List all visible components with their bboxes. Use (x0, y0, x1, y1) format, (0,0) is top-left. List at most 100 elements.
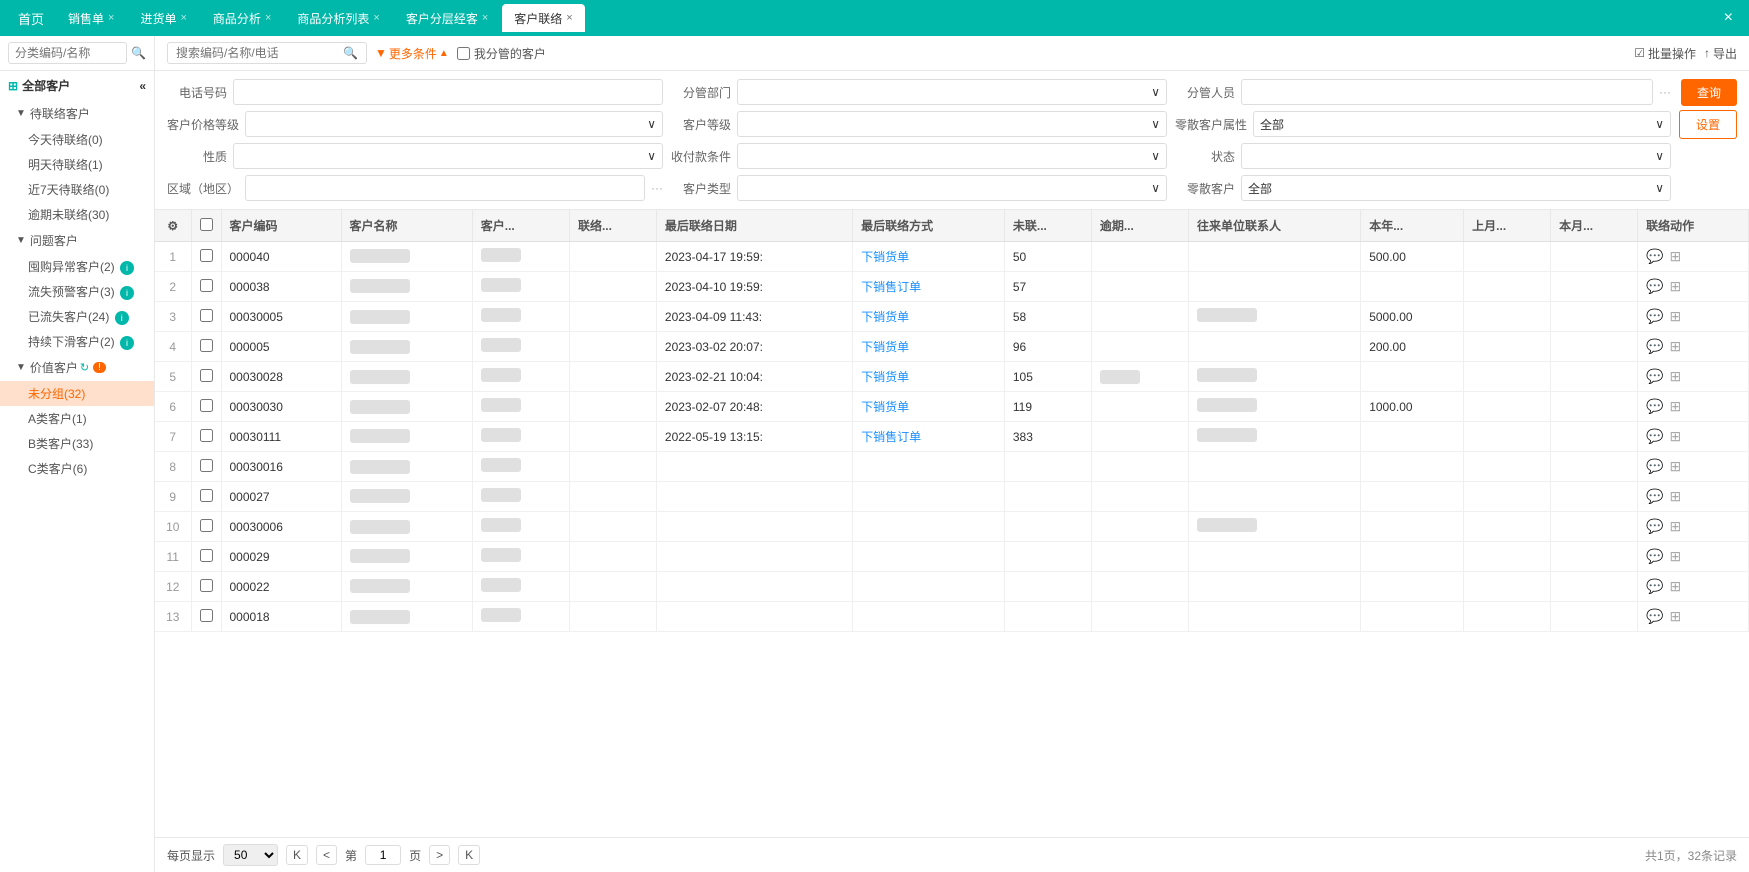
row-check[interactable] (191, 422, 221, 452)
row-checkbox[interactable] (200, 309, 213, 322)
payment-select[interactable]: ∨ (737, 143, 1167, 169)
grid-action-icon[interactable]: ⊞ (1670, 608, 1682, 625)
phone-input[interactable] (233, 79, 663, 105)
last-method-link[interactable]: 下销售订单 (861, 280, 921, 294)
page-input[interactable] (365, 845, 401, 865)
retail-attr-select[interactable]: 全部 ∨ (1253, 111, 1671, 137)
close-sales-tab[interactable]: × (108, 12, 114, 24)
sidebar-item-ungrouped[interactable]: 未分组(32) (0, 381, 154, 406)
sidebar-item-class-b[interactable]: B类客户(33) (0, 431, 154, 456)
row-check[interactable] (191, 332, 221, 362)
close-contact-tab[interactable]: × (566, 12, 572, 24)
sidebar-item-churn-warn[interactable]: 流失预警客户(3) i (0, 279, 154, 304)
close-purchase-tab[interactable]: × (180, 12, 186, 24)
row-checkbox[interactable] (200, 609, 213, 622)
cust-level-select[interactable]: ∨ (737, 111, 1167, 137)
sidebar-search-icon[interactable]: 🔍 (131, 46, 146, 60)
sidebar-item-churned[interactable]: 已流失客户(24) i (0, 304, 154, 329)
row-check[interactable] (191, 482, 221, 512)
close-analysis-list-tab[interactable]: × (373, 12, 379, 24)
export-btn[interactable]: ↑ 导出 (1704, 45, 1737, 62)
manager-dots[interactable]: ··· (1659, 85, 1671, 99)
message-icon[interactable]: 💬 (1646, 338, 1663, 355)
message-icon[interactable]: 💬 (1646, 308, 1663, 325)
grid-action-icon[interactable]: ⊞ (1670, 458, 1682, 475)
grid-action-icon[interactable]: ⊞ (1670, 518, 1682, 535)
grid-action-icon[interactable]: ⊞ (1670, 488, 1682, 505)
last-method-link[interactable]: 下销货单 (861, 400, 909, 414)
row-checkbox[interactable] (200, 429, 213, 442)
message-icon[interactable]: 💬 (1646, 548, 1663, 565)
next-page-btn[interactable]: > (429, 845, 450, 865)
my-customers-checkbox[interactable]: 我分管的客户 (457, 45, 546, 62)
row-check[interactable] (191, 272, 221, 302)
sidebar-item-declining[interactable]: 持续下滑客户(2) i (0, 329, 154, 354)
row-checkbox[interactable] (200, 399, 213, 412)
row-check[interactable] (191, 452, 221, 482)
query-button[interactable]: 查询 (1681, 79, 1737, 106)
sidebar-search-input[interactable] (8, 42, 127, 64)
grid-action-icon[interactable]: ⊞ (1670, 428, 1682, 445)
row-check[interactable] (191, 242, 221, 272)
message-icon[interactable]: 💬 (1646, 368, 1663, 385)
row-checkbox[interactable] (200, 369, 213, 382)
sidebar-item-class-a[interactable]: A类客户(1) (0, 406, 154, 431)
row-check[interactable] (191, 542, 221, 572)
row-check[interactable] (191, 302, 221, 332)
sidebar-group-value[interactable]: ▼ 价值客户 ↻ ! (0, 354, 154, 381)
row-check[interactable] (191, 512, 221, 542)
nav-tab-sales[interactable]: 销售单 × (56, 4, 126, 32)
grid-action-icon[interactable]: ⊞ (1670, 368, 1682, 385)
sidebar-group-problem[interactable]: ▼ 问题客户 (0, 227, 154, 254)
message-icon[interactable]: 💬 (1646, 428, 1663, 445)
nav-tab-analysis[interactable]: 商品分析 × (201, 4, 283, 32)
row-checkbox[interactable] (200, 279, 213, 292)
more-filters-btn[interactable]: ▼ 更多条件 ▲ (375, 45, 449, 62)
close-analysis-tab[interactable]: × (265, 12, 271, 24)
page-size-select[interactable]: 50 100 200 (223, 844, 278, 866)
message-icon[interactable]: 💬 (1646, 608, 1663, 625)
message-icon[interactable]: 💬 (1646, 518, 1663, 535)
row-check[interactable] (191, 362, 221, 392)
sidebar-item-abnormal[interactable]: 囤购异常客户(2) i (0, 254, 154, 279)
row-checkbox[interactable] (200, 549, 213, 562)
sidebar-all-customers[interactable]: ⊞ 全部客户 « (0, 71, 154, 100)
nature-select[interactable]: ∨ (233, 143, 663, 169)
grid-action-icon[interactable]: ⊞ (1670, 278, 1682, 295)
row-check[interactable] (191, 602, 221, 632)
nav-tab-analysis-list[interactable]: 商品分析列表 × (285, 4, 391, 32)
last-method-link[interactable]: 下销货单 (861, 310, 909, 324)
nav-tab-customer-segment[interactable]: 客户分层经客 × (394, 4, 500, 32)
grid-action-icon[interactable]: ⊞ (1670, 548, 1682, 565)
message-icon[interactable]: 💬 (1646, 398, 1663, 415)
last-method-link[interactable]: 下销售订单 (861, 430, 921, 444)
last-method-link[interactable]: 下销货单 (861, 250, 909, 264)
grid-action-icon[interactable]: ⊞ (1670, 248, 1682, 265)
first-page-btn[interactable]: K (286, 845, 308, 865)
col-check-all[interactable] (191, 210, 221, 242)
collapse-sidebar-icon[interactable]: « (139, 79, 146, 93)
sidebar-item-tomorrow[interactable]: 明天待联络(1) (0, 152, 154, 177)
dept-select[interactable]: ∨ (737, 79, 1167, 105)
message-icon[interactable]: 💬 (1646, 248, 1663, 265)
grid-action-icon[interactable]: ⊞ (1670, 338, 1682, 355)
region-dots[interactable]: ··· (651, 181, 663, 195)
nav-tab-purchase[interactable]: 进货单 × (128, 4, 198, 32)
row-check[interactable] (191, 392, 221, 422)
sidebar-item-7days[interactable]: 近7天待联络(0) (0, 177, 154, 202)
last-method-link[interactable]: 下销货单 (861, 340, 909, 354)
batch-op-btn[interactable]: ☑ 批量操作 (1634, 45, 1696, 62)
row-checkbox[interactable] (200, 489, 213, 502)
refresh-icon[interactable]: ↻ (80, 361, 89, 374)
row-checkbox[interactable] (200, 579, 213, 592)
grid-action-icon[interactable]: ⊞ (1670, 578, 1682, 595)
last-method-link[interactable]: 下销货单 (861, 370, 909, 384)
message-icon[interactable]: 💬 (1646, 458, 1663, 475)
last-page-btn[interactable]: K (458, 845, 480, 865)
message-icon[interactable]: 💬 (1646, 578, 1663, 595)
main-search-input[interactable] (176, 46, 339, 60)
sidebar-item-overdue[interactable]: 逾期未联络(30) (0, 202, 154, 227)
manager-select[interactable] (1241, 79, 1653, 105)
nav-home[interactable]: 首页 (8, 9, 54, 28)
grid-action-icon[interactable]: ⊞ (1670, 308, 1682, 325)
